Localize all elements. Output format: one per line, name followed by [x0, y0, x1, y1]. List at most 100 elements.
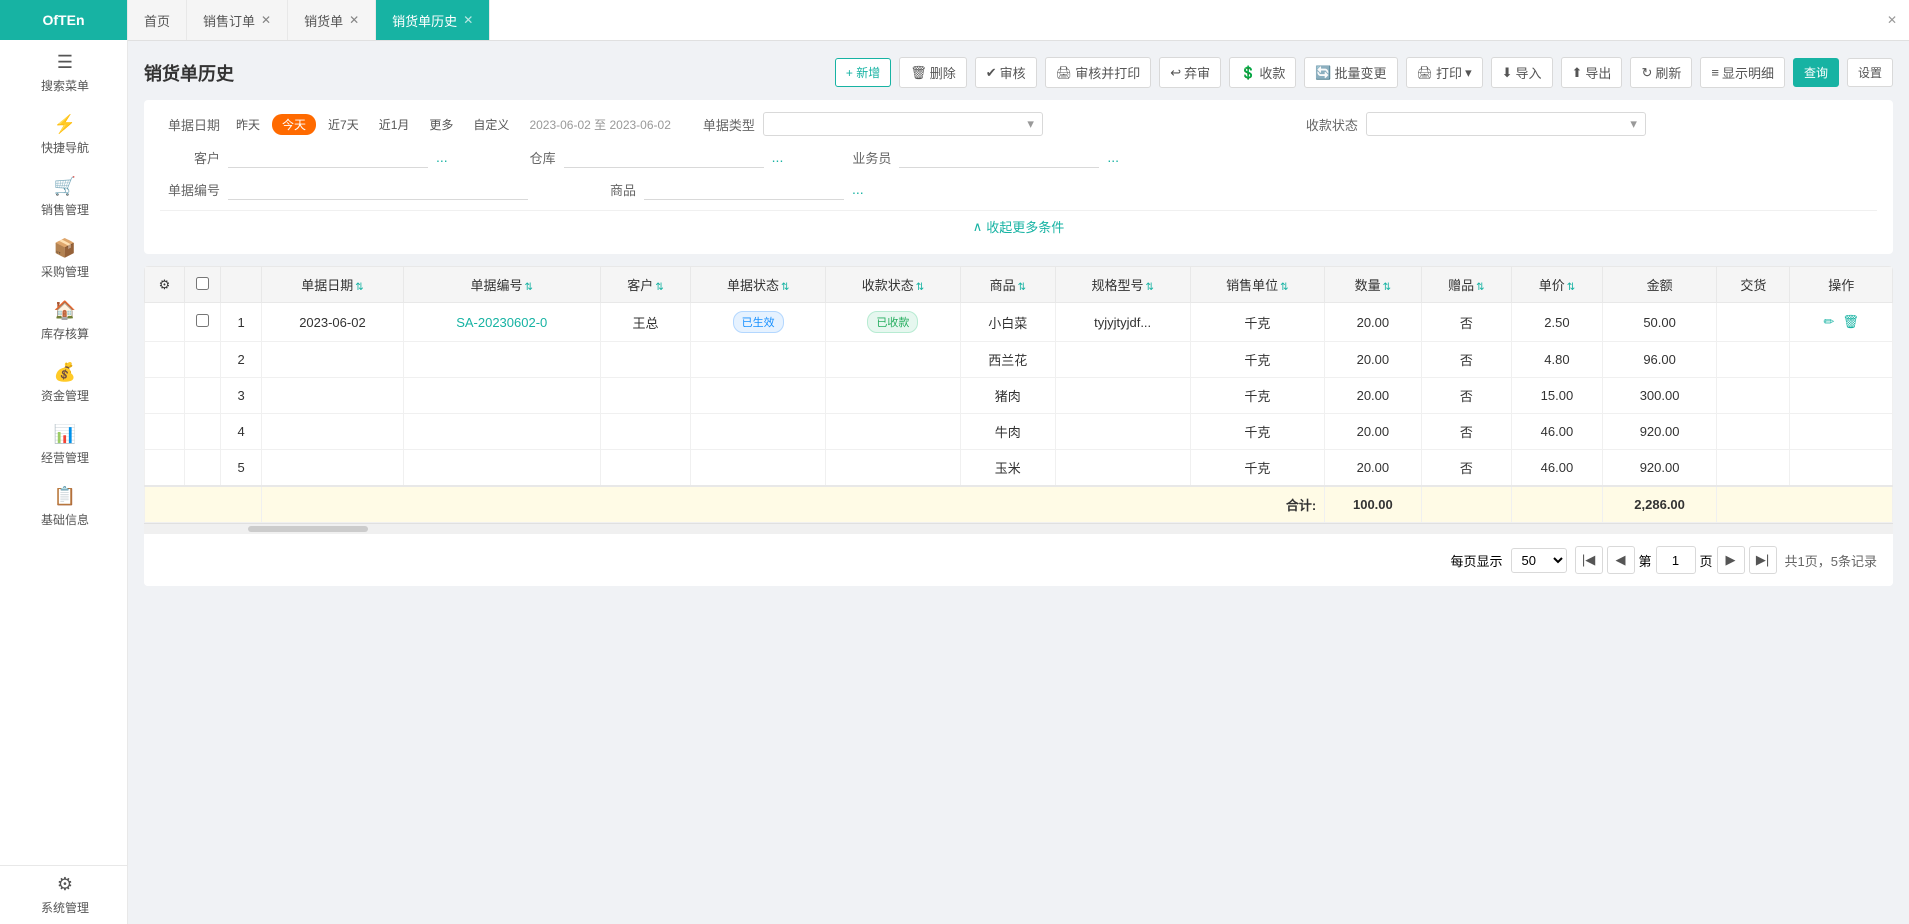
sidebar-item-sales-mgmt[interactable]: 🛒 销售管理 [0, 164, 127, 226]
warehouse-input[interactable] [564, 146, 764, 168]
sort-doc-date[interactable]: ⇅ [355, 282, 363, 293]
col-goods[interactable]: 商品⇅ [960, 267, 1055, 303]
col-goods-label: 商品 [990, 278, 1016, 293]
tab-home[interactable]: 首页 [128, 0, 187, 40]
col-customer[interactable]: 客户⇅ [600, 267, 691, 303]
sort-pay-status[interactable]: ⇅ [916, 282, 924, 293]
col-gift[interactable]: 赠品⇅ [1421, 267, 1512, 303]
sort-unit[interactable]: ⇅ [1280, 282, 1288, 293]
refresh-button[interactable]: ↻ 刷新 [1630, 57, 1692, 88]
agent-ellipsis[interactable]: ... [1107, 149, 1119, 165]
sidebar-item-basic-info[interactable]: 📋 基础信息 [0, 474, 127, 536]
customer-ellipsis[interactable]: ... [436, 149, 448, 165]
audit-print-button[interactable]: 🖨 审核并打印 [1045, 57, 1152, 88]
row-customer [600, 378, 691, 414]
close-delivery-history-tab[interactable]: ✕ [463, 13, 473, 27]
delete-button[interactable]: 🗑 删除 [899, 57, 967, 88]
col-price[interactable]: 单价⇅ [1512, 267, 1603, 303]
last-page-btn[interactable]: ▶| [1749, 546, 1777, 574]
sort-customer[interactable]: ⇅ [655, 282, 663, 293]
collect-button[interactable]: 💲 收款 [1229, 57, 1296, 88]
sort-doc-no[interactable]: ⇅ [525, 282, 533, 293]
row-price: 15.00 [1512, 378, 1603, 414]
collapse-filter-button[interactable]: ∧ 收起更多条件 [160, 210, 1877, 242]
sidebar-item-quick-nav[interactable]: ⚡ 快捷导航 [0, 102, 127, 164]
tab-delivery[interactable]: 销货单 ✕ [288, 0, 376, 40]
row-settings [145, 414, 185, 450]
row-action-link[interactable]: 🗑 [1842, 314, 1859, 329]
col-qty[interactable]: 数量⇅ [1325, 267, 1421, 303]
sidebar-item-search-menu[interactable]: ☰ 搜索菜单 [0, 40, 127, 102]
sidebar-item-purchase-mgmt[interactable]: 📦 采购管理 [0, 226, 127, 288]
sort-qty[interactable]: ⇅ [1383, 282, 1391, 293]
row-checkbox[interactable] [185, 414, 221, 450]
table-row: 1 2023-06-02 SA-20230602-0 王总 已生效 已收款 小白… [145, 303, 1893, 342]
row-action-link[interactable]: ✏ [1823, 314, 1834, 329]
sidebar-item-operations[interactable]: 📊 经营管理 [0, 412, 127, 474]
row-unit: 千克 [1190, 303, 1325, 342]
customer-input[interactable] [228, 146, 428, 168]
col-checkbox[interactable] [185, 267, 221, 303]
close-delivery-tab[interactable]: ✕ [349, 13, 359, 27]
new-button[interactable]: + 新增 [835, 58, 891, 87]
row-spec [1055, 450, 1190, 487]
export-button[interactable]: ⬆ 导出 [1561, 57, 1623, 88]
date-btn-yesterday[interactable]: 昨天 [228, 114, 268, 135]
col-unit[interactable]: 销售单位⇅ [1190, 267, 1325, 303]
sidebar-item-finance[interactable]: 💰 资金管理 [0, 350, 127, 412]
date-btn-today[interactable]: 今天 [272, 114, 316, 135]
goods-ellipsis[interactable]: ... [852, 181, 864, 197]
sort-price[interactable]: ⇅ [1567, 282, 1575, 293]
batch-change-button[interactable]: 🔄 批量变更 [1304, 57, 1397, 88]
pay-status-select[interactable]: ▾ [1366, 112, 1646, 136]
row-checkbox[interactable] [185, 450, 221, 487]
query-button[interactable]: 查询 [1793, 58, 1839, 87]
col-doc-status[interactable]: 单据状态⇅ [691, 267, 826, 303]
row-doc-no [403, 342, 600, 378]
col-pay-status[interactable]: 收款状态⇅ [826, 267, 961, 303]
tab-sales-order[interactable]: 销售订单 ✕ [187, 0, 288, 40]
discard-button[interactable]: ↩ 弃审 [1159, 57, 1221, 88]
row-goods: 小白菜 [960, 303, 1055, 342]
tab-delivery-history[interactable]: 销货单历史 ✕ [376, 0, 490, 40]
col-spec[interactable]: 规格型号⇅ [1055, 267, 1190, 303]
doc-num-input[interactable] [228, 178, 528, 200]
print-button[interactable]: 🖨 打印 ▾ [1406, 57, 1483, 88]
warehouse-ellipsis[interactable]: ... [772, 149, 784, 165]
close-all-tabs[interactable]: ✕ [1875, 13, 1909, 27]
sort-goods[interactable]: ⇅ [1018, 282, 1026, 293]
page-input[interactable] [1656, 546, 1696, 574]
scroll-thumb[interactable] [248, 526, 368, 532]
doc-no-link[interactable]: SA-20230602-0 [456, 315, 547, 330]
row-checkbox[interactable] [185, 378, 221, 414]
goods-input[interactable] [644, 178, 844, 200]
date-btn-1month[interactable]: 近1月 [371, 114, 418, 135]
settings-button[interactable]: 设置 [1847, 58, 1893, 87]
sidebar-item-inventory[interactable]: 🏠 库存核算 [0, 288, 127, 350]
first-page-btn[interactable]: |◀ [1575, 546, 1603, 574]
page-size-select[interactable]: 10 20 50 100 [1511, 548, 1567, 573]
next-page-btn[interactable]: ▶ [1717, 546, 1745, 574]
date-btn-custom[interactable]: 自定义 [465, 114, 517, 135]
col-settings[interactable]: ⚙ [145, 267, 185, 303]
row-checkbox[interactable] [185, 342, 221, 378]
col-doc-date[interactable]: 单据日期⇅ [262, 267, 404, 303]
sidebar-item-sys-mgmt[interactable]: ⚙ 系统管理 [0, 866, 127, 924]
sort-spec[interactable]: ⇅ [1145, 282, 1153, 293]
date-btn-more[interactable]: 更多 [421, 114, 461, 135]
show-detail-button[interactable]: ≡ 显示明细 [1700, 57, 1785, 88]
sort-doc-status[interactable]: ⇅ [781, 282, 789, 293]
close-sales-order-tab[interactable]: ✕ [261, 13, 271, 27]
row-checkbox[interactable] [185, 303, 221, 342]
row-checkbox-input[interactable] [196, 314, 209, 327]
select-all-checkbox[interactable] [196, 277, 209, 290]
audit-button[interactable]: ✔ 审核 [975, 57, 1037, 88]
horizontal-scrollbar[interactable] [144, 523, 1893, 533]
col-doc-no[interactable]: 单据编号⇅ [403, 267, 600, 303]
import-button[interactable]: ⬇ 导入 [1491, 57, 1553, 88]
date-btn-7days[interactable]: 近7天 [320, 114, 367, 135]
prev-page-btn[interactable]: ◀ [1607, 546, 1635, 574]
agent-input[interactable] [899, 146, 1099, 168]
doc-type-select[interactable]: ▾ [763, 112, 1043, 136]
sort-gift[interactable]: ⇅ [1476, 282, 1484, 293]
